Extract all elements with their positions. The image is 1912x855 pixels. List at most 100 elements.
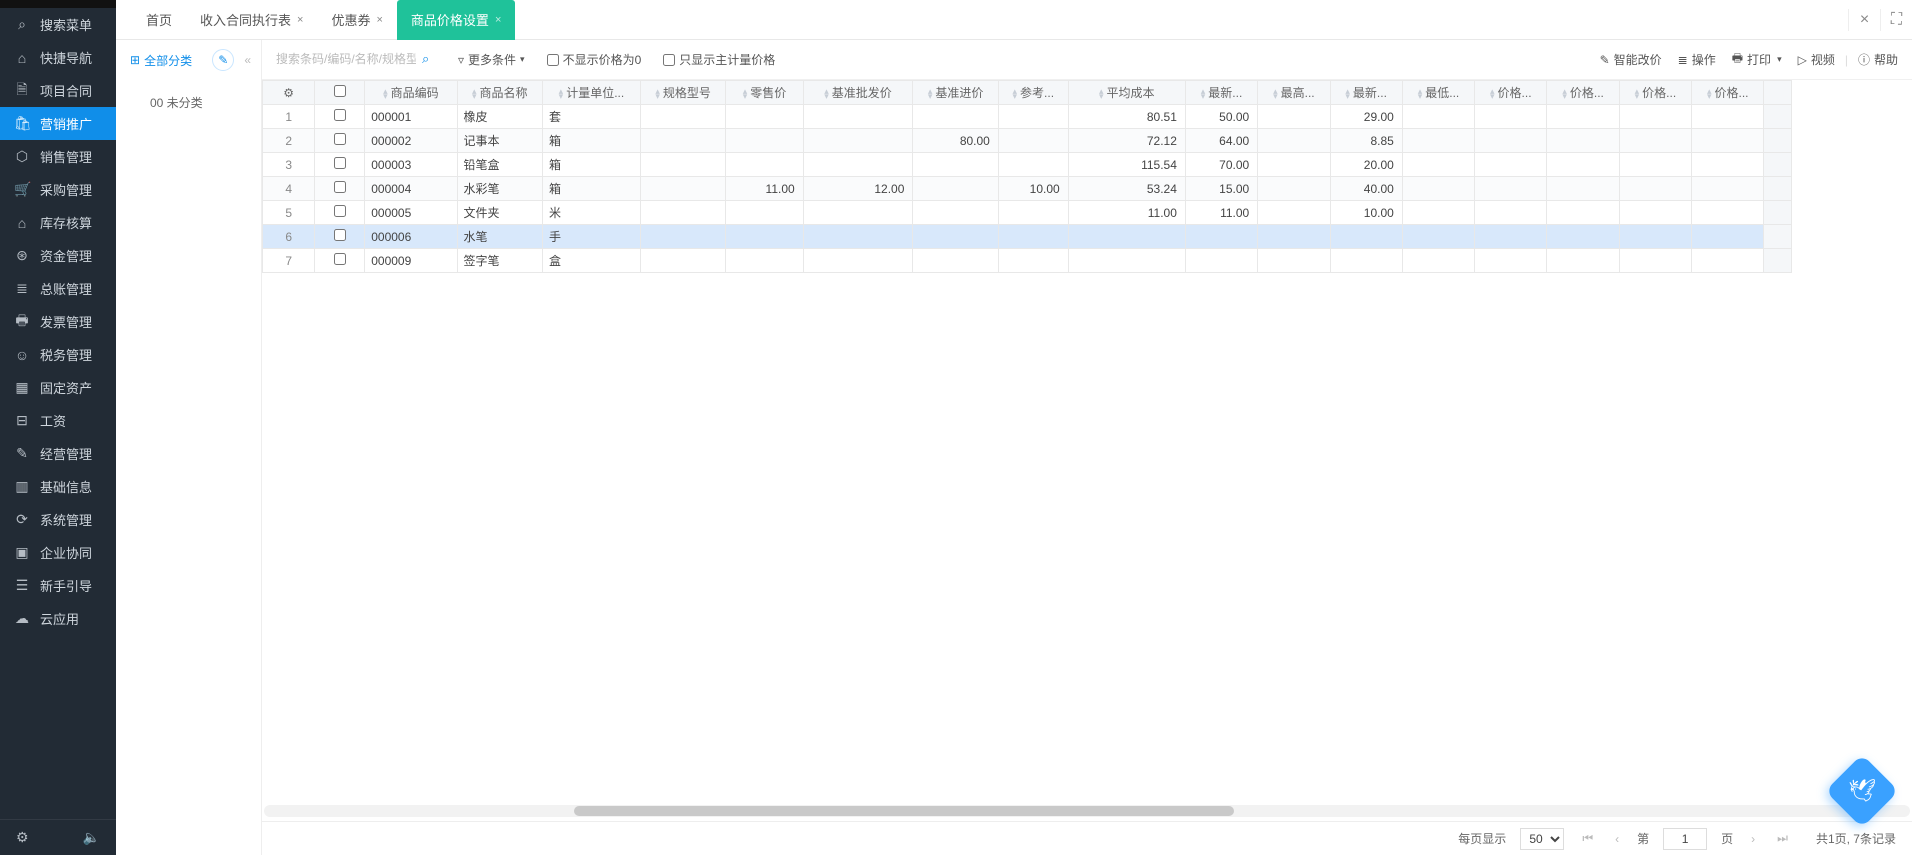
cell[interactable] bbox=[1330, 225, 1402, 249]
cell[interactable] bbox=[726, 225, 803, 249]
row-checkbox[interactable] bbox=[334, 181, 346, 193]
settings-icon[interactable]: ⚙ bbox=[16, 829, 29, 846]
table-row[interactable]: 2000002记事本箱80.0072.1264.008.85 bbox=[263, 129, 1792, 153]
cell[interactable] bbox=[1185, 249, 1257, 273]
cell[interactable] bbox=[1692, 129, 1764, 153]
col-wholesale-price[interactable]: ▴▾基准批发价 bbox=[803, 81, 913, 105]
hide-zero-price-input[interactable] bbox=[547, 54, 559, 66]
cell[interactable]: 15.00 bbox=[1185, 177, 1257, 201]
cell[interactable] bbox=[640, 129, 725, 153]
sidebar-item-12[interactable]: ⊟工资 bbox=[0, 404, 116, 437]
cell[interactable] bbox=[1619, 201, 1691, 225]
tab-1[interactable]: 收入合同执行表× bbox=[186, 0, 317, 40]
cell[interactable]: 000002 bbox=[365, 129, 457, 153]
cell[interactable] bbox=[1619, 249, 1691, 273]
cell[interactable] bbox=[640, 249, 725, 273]
row-checkbox[interactable] bbox=[334, 205, 346, 217]
cell[interactable]: 10.00 bbox=[998, 177, 1068, 201]
cell[interactable]: 70.00 bbox=[1185, 153, 1257, 177]
col-newest-in[interactable]: ▴▾最新... bbox=[1330, 81, 1402, 105]
cell[interactable]: 套 bbox=[542, 105, 640, 129]
cell[interactable] bbox=[726, 129, 803, 153]
tab-close-icon[interactable]: × bbox=[297, 14, 303, 26]
sidebar-item-1[interactable]: ⌂快捷导航 bbox=[0, 41, 116, 74]
row-checkbox[interactable] bbox=[334, 133, 346, 145]
sidebar-item-14[interactable]: ▥基础信息 bbox=[0, 470, 116, 503]
cell[interactable] bbox=[640, 177, 725, 201]
cell[interactable] bbox=[1692, 177, 1764, 201]
cell[interactable]: 80.00 bbox=[913, 129, 998, 153]
sidebar-item-17[interactable]: ☰新手引导 bbox=[0, 569, 116, 602]
cell[interactable] bbox=[1547, 201, 1619, 225]
cell[interactable] bbox=[1475, 201, 1547, 225]
sidebar-item-9[interactable]: 🖶发票管理 bbox=[0, 305, 116, 338]
cell[interactable] bbox=[998, 225, 1068, 249]
cell[interactable] bbox=[1258, 153, 1330, 177]
cell[interactable]: 水笔 bbox=[457, 225, 542, 249]
help-button[interactable]: ⓘ帮助 bbox=[1858, 51, 1898, 68]
cell[interactable] bbox=[1475, 105, 1547, 129]
sidebar-item-10[interactable]: ☺税务管理 bbox=[0, 338, 116, 371]
sidebar-item-3[interactable]: 🛍营销推广 bbox=[0, 107, 116, 140]
only-main-unit-checkbox[interactable]: 只显示主计量价格 bbox=[663, 51, 775, 68]
row-checkbox[interactable] bbox=[334, 157, 346, 169]
sidebar-item-4[interactable]: ⬡销售管理 bbox=[0, 140, 116, 173]
cell[interactable]: 记事本 bbox=[457, 129, 542, 153]
cell[interactable] bbox=[726, 105, 803, 129]
cell[interactable] bbox=[640, 105, 725, 129]
col-price-1[interactable]: ▴▾价格... bbox=[1475, 81, 1547, 105]
cell[interactable]: 米 bbox=[542, 201, 640, 225]
cell[interactable]: 000009 bbox=[365, 249, 457, 273]
cell[interactable]: 000004 bbox=[365, 177, 457, 201]
table-row[interactable]: 6000006水笔手 bbox=[263, 225, 1792, 249]
sidebar-item-5[interactable]: 🛒采购管理 bbox=[0, 173, 116, 206]
cell[interactable] bbox=[1402, 105, 1474, 129]
cell[interactable] bbox=[1258, 129, 1330, 153]
tab-close-icon[interactable]: × bbox=[376, 14, 382, 26]
cell[interactable] bbox=[1402, 153, 1474, 177]
cell[interactable] bbox=[726, 249, 803, 273]
cell[interactable] bbox=[640, 201, 725, 225]
cell[interactable] bbox=[1402, 129, 1474, 153]
sidebar-item-16[interactable]: ▣企业协同 bbox=[0, 536, 116, 569]
row-checkbox[interactable] bbox=[334, 109, 346, 121]
col-product-name[interactable]: ▴▾商品名称 bbox=[457, 81, 542, 105]
video-help-button[interactable]: ▷视频 bbox=[1798, 51, 1835, 68]
cell[interactable] bbox=[803, 225, 913, 249]
cell[interactable]: 水彩笔 bbox=[457, 177, 542, 201]
cell[interactable] bbox=[726, 153, 803, 177]
cell[interactable]: 11.00 bbox=[1185, 201, 1257, 225]
cell[interactable] bbox=[1619, 105, 1691, 129]
col-avg-cost[interactable]: ▴▾平均成本 bbox=[1068, 81, 1185, 105]
category-node-uncategorized[interactable]: 00 未分类 bbox=[116, 90, 261, 115]
cell[interactable] bbox=[1475, 153, 1547, 177]
column-settings-button[interactable]: ⚙ bbox=[263, 81, 315, 105]
cell[interactable] bbox=[1619, 225, 1691, 249]
smart-price-button[interactable]: ✎智能改价 bbox=[1600, 51, 1662, 68]
cell[interactable]: 80.51 bbox=[1068, 105, 1185, 129]
cell[interactable]: 签字笔 bbox=[457, 249, 542, 273]
cell[interactable]: 箱 bbox=[542, 129, 640, 153]
table-scroll[interactable]: ⚙ ▴▾商品编码 ▴▾商品名称 ▴▾计量单位... ▴▾规格型号 ▴▾零售价 ▴… bbox=[262, 80, 1912, 805]
table-row[interactable]: 3000003铅笔盒箱115.5470.0020.00 bbox=[263, 153, 1792, 177]
cell[interactable] bbox=[1547, 177, 1619, 201]
cell[interactable]: 箱 bbox=[542, 153, 640, 177]
cell[interactable] bbox=[1068, 249, 1185, 273]
cell[interactable] bbox=[1547, 105, 1619, 129]
sidebar-item-18[interactable]: ☁云应用 bbox=[0, 602, 116, 635]
cell[interactable] bbox=[913, 225, 998, 249]
col-unit[interactable]: ▴▾计量单位... bbox=[542, 81, 640, 105]
col-price-2[interactable]: ▴▾价格... bbox=[1547, 81, 1619, 105]
cell[interactable] bbox=[913, 201, 998, 225]
cell[interactable] bbox=[803, 105, 913, 129]
all-categories-button[interactable]: ⊞ 全部分类 bbox=[130, 52, 192, 69]
cell[interactable]: 000006 bbox=[365, 225, 457, 249]
cell[interactable] bbox=[1547, 249, 1619, 273]
edit-categories-button[interactable]: ✎ bbox=[212, 49, 234, 71]
col-base-in-price[interactable]: ▴▾基准进价 bbox=[913, 81, 998, 105]
sidebar-item-2[interactable]: 🗎项目合同 bbox=[0, 74, 116, 107]
cell[interactable] bbox=[1258, 225, 1330, 249]
cell[interactable] bbox=[640, 153, 725, 177]
cell[interactable] bbox=[998, 153, 1068, 177]
search-icon[interactable]: ⌕ bbox=[422, 51, 429, 67]
